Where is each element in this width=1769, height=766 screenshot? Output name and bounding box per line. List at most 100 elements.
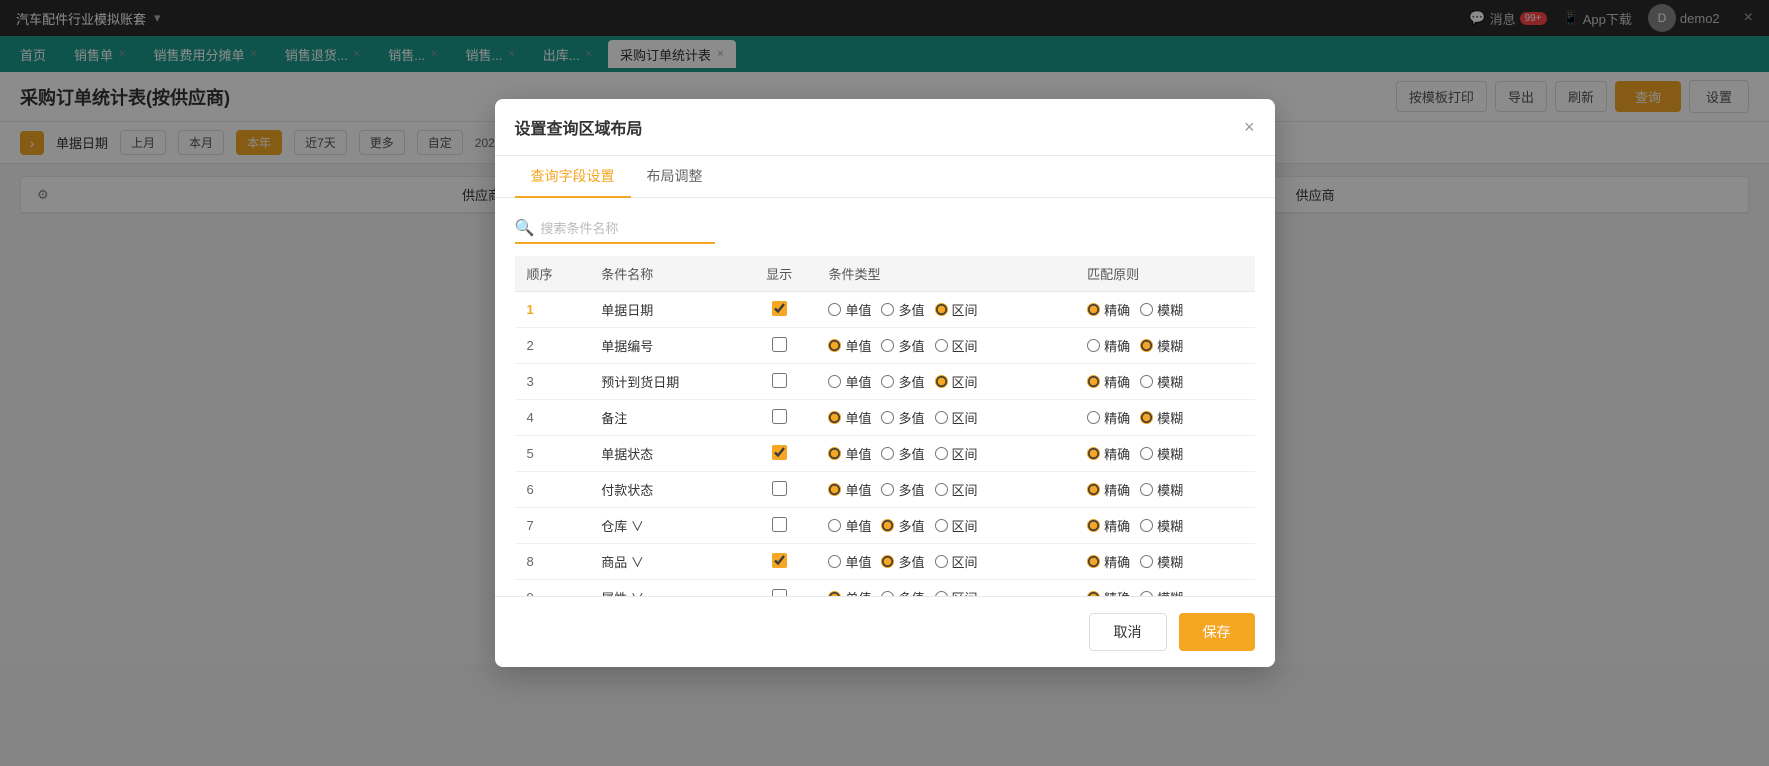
type-radio-多值[interactable]: 多值: [881, 480, 924, 499]
type-radio-区间[interactable]: 区间: [935, 480, 978, 499]
type-radio-input-单值[interactable]: [828, 555, 841, 568]
match-radio-模糊[interactable]: 模糊: [1140, 372, 1183, 391]
modal-tab-layout[interactable]: 布局调整: [631, 156, 719, 198]
type-radio-多值[interactable]: 多值: [881, 552, 924, 571]
type-radio-input-区间[interactable]: [935, 519, 948, 532]
type-radio-单值[interactable]: 单值: [828, 552, 871, 571]
match-radio-精确[interactable]: 精确: [1087, 516, 1130, 535]
type-radio-多值[interactable]: 多值: [881, 588, 924, 596]
type-radio-单值[interactable]: 单值: [828, 336, 871, 355]
match-radio-精确[interactable]: 精确: [1087, 444, 1130, 463]
type-radio-input-单值[interactable]: [828, 447, 841, 460]
match-radio-精确[interactable]: 精确: [1087, 408, 1130, 427]
type-radio-input-多值[interactable]: [881, 411, 894, 424]
type-radio-区间[interactable]: 区间: [935, 336, 978, 355]
type-radio-单值[interactable]: 单值: [828, 444, 871, 463]
type-radio-input-多值[interactable]: [881, 483, 894, 496]
type-radio-input-单值[interactable]: [828, 339, 841, 352]
match-radio-input-精确[interactable]: [1087, 483, 1100, 496]
match-radio-input-精确[interactable]: [1087, 555, 1100, 568]
type-radio-区间[interactable]: 区间: [935, 588, 978, 596]
type-radio-input-区间[interactable]: [935, 447, 948, 460]
match-radio-input-模糊[interactable]: [1140, 375, 1153, 388]
match-radio-精确[interactable]: 精确: [1087, 336, 1130, 355]
type-radio-多值[interactable]: 多值: [881, 336, 924, 355]
match-radio-input-模糊[interactable]: [1140, 555, 1153, 568]
type-radio-多值[interactable]: 多值: [881, 516, 924, 535]
modal-close-button[interactable]: ×: [1244, 117, 1255, 138]
search-input[interactable]: [540, 221, 700, 236]
type-radio-单值[interactable]: 单值: [828, 480, 871, 499]
match-radio-input-模糊[interactable]: [1140, 519, 1153, 532]
type-radio-input-区间[interactable]: [935, 555, 948, 568]
match-radio-input-模糊[interactable]: [1140, 339, 1153, 352]
match-radio-精确[interactable]: 精确: [1087, 552, 1130, 571]
match-radio-input-模糊[interactable]: [1140, 483, 1153, 496]
type-radio-input-单值[interactable]: [828, 303, 841, 316]
type-radio-区间[interactable]: 区间: [935, 372, 978, 391]
display-checkbox[interactable]: [772, 373, 787, 388]
display-checkbox[interactable]: [772, 445, 787, 460]
type-radio-input-多值[interactable]: [881, 339, 894, 352]
match-radio-模糊[interactable]: 模糊: [1140, 336, 1183, 355]
type-radio-input-单值[interactable]: [828, 519, 841, 532]
config-table-scroll[interactable]: 顺序 条件名称 显示 条件类型 匹配原则 1单据日期单值多值区间精确模糊2单据编…: [515, 256, 1255, 596]
match-radio-精确[interactable]: 精确: [1087, 480, 1130, 499]
match-radio-模糊[interactable]: 模糊: [1140, 444, 1183, 463]
type-radio-input-多值[interactable]: [881, 375, 894, 388]
display-checkbox[interactable]: [772, 301, 787, 316]
type-radio-input-单值[interactable]: [828, 411, 841, 424]
match-radio-模糊[interactable]: 模糊: [1140, 300, 1183, 319]
type-radio-input-单值[interactable]: [828, 483, 841, 496]
match-radio-模糊[interactable]: 模糊: [1140, 408, 1183, 427]
type-radio-多值[interactable]: 多值: [881, 408, 924, 427]
type-radio-区间[interactable]: 区间: [935, 408, 978, 427]
match-radio-模糊[interactable]: 模糊: [1140, 552, 1183, 571]
type-radio-单值[interactable]: 单值: [828, 408, 871, 427]
match-radio-input-精确[interactable]: [1087, 375, 1100, 388]
type-radio-input-区间[interactable]: [935, 303, 948, 316]
type-radio-多值[interactable]: 多值: [881, 300, 924, 319]
match-radio-模糊[interactable]: 模糊: [1140, 516, 1183, 535]
type-radio-input-多值[interactable]: [881, 303, 894, 316]
match-radio-input-模糊[interactable]: [1140, 303, 1153, 316]
type-radio-input-区间[interactable]: [935, 339, 948, 352]
type-radio-input-区间[interactable]: [935, 483, 948, 496]
display-checkbox[interactable]: [772, 409, 787, 424]
match-radio-input-精确[interactable]: [1087, 411, 1100, 424]
type-radio-input-多值[interactable]: [881, 519, 894, 532]
match-radio-精确[interactable]: 精确: [1087, 300, 1130, 319]
type-radio-input-多值[interactable]: [881, 555, 894, 568]
type-radio-多值[interactable]: 多值: [881, 372, 924, 391]
display-checkbox[interactable]: [772, 589, 787, 597]
modal-tab-query-fields[interactable]: 查询字段设置: [515, 156, 631, 198]
match-radio-input-精确[interactable]: [1087, 447, 1100, 460]
type-radio-区间[interactable]: 区间: [935, 516, 978, 535]
match-radio-input-模糊[interactable]: [1140, 447, 1153, 460]
type-radio-区间[interactable]: 区间: [935, 552, 978, 571]
type-radio-单值[interactable]: 单值: [828, 300, 871, 319]
match-radio-模糊[interactable]: 模糊: [1140, 480, 1183, 499]
display-checkbox[interactable]: [772, 553, 787, 568]
match-radio-模糊[interactable]: 模糊: [1140, 588, 1183, 596]
type-radio-区间[interactable]: 区间: [935, 300, 978, 319]
match-radio-精确[interactable]: 精确: [1087, 588, 1130, 596]
type-radio-单值[interactable]: 单值: [828, 588, 871, 596]
type-radio-单值[interactable]: 单值: [828, 372, 871, 391]
match-radio-精确[interactable]: 精确: [1087, 372, 1130, 391]
type-radio-input-区间[interactable]: [935, 411, 948, 424]
save-button[interactable]: 保存: [1179, 613, 1255, 651]
display-checkbox[interactable]: [772, 517, 787, 532]
match-radio-input-精确[interactable]: [1087, 303, 1100, 316]
display-checkbox[interactable]: [772, 337, 787, 352]
match-radio-input-模糊[interactable]: [1140, 411, 1153, 424]
cancel-button[interactable]: 取消: [1089, 613, 1167, 651]
type-radio-input-区间[interactable]: [935, 375, 948, 388]
type-radio-input-多值[interactable]: [881, 447, 894, 460]
type-radio-单值[interactable]: 单值: [828, 516, 871, 535]
match-radio-input-精确[interactable]: [1087, 339, 1100, 352]
match-radio-input-精确[interactable]: [1087, 519, 1100, 532]
type-radio-input-单值[interactable]: [828, 375, 841, 388]
type-radio-区间[interactable]: 区间: [935, 444, 978, 463]
display-checkbox[interactable]: [772, 481, 787, 496]
